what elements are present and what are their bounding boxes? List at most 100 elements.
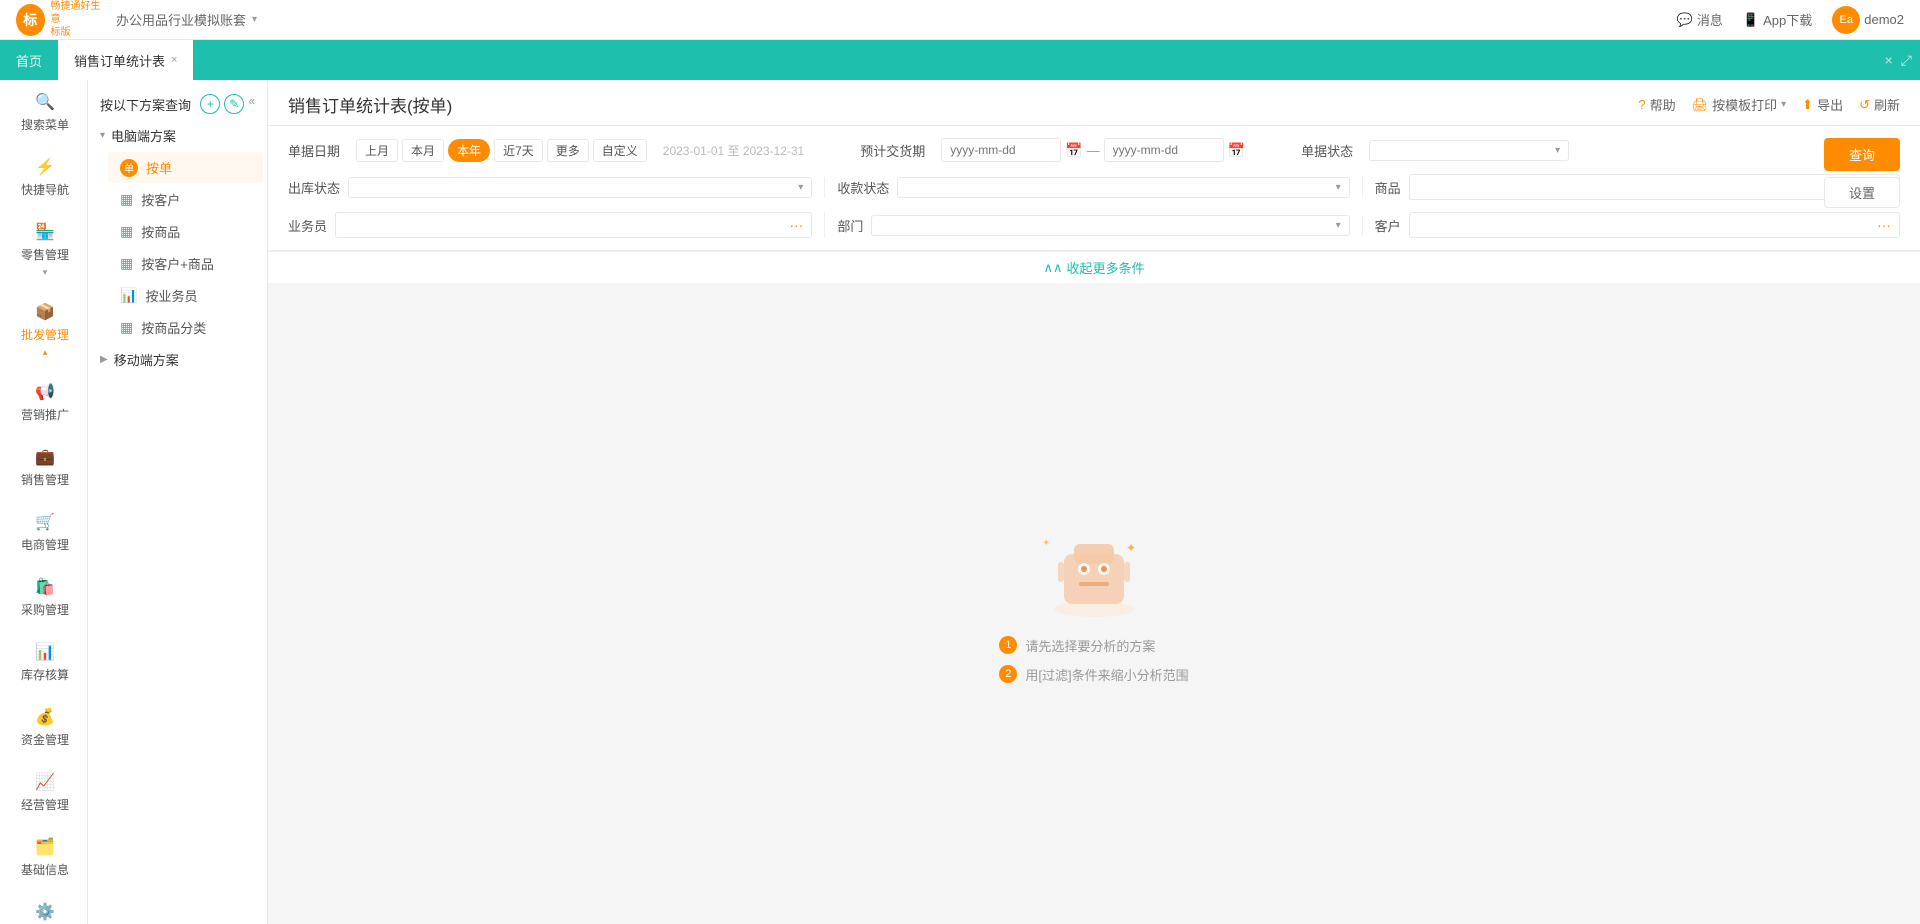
dept-select[interactable]: ▾ bbox=[871, 215, 1349, 236]
page-header-actions: ? 帮助 🖨 按模板打印 ▾ ⬆ 导出 ↺ bbox=[1638, 95, 1900, 114]
scheme-item-by-goods[interactable]: ▦ 按商品 bbox=[108, 216, 263, 247]
date-filter-label: 单据日期 bbox=[288, 141, 340, 160]
empty-state: ✦ ✦ 1 请先选择要分析的方案 2 用[过滤]条件来缩小分析范围 bbox=[268, 283, 1920, 924]
refresh-btn[interactable]: ↺ 刷新 bbox=[1859, 95, 1900, 114]
sidebar-item-ecom[interactable]: 🛒 电商管理 bbox=[0, 500, 87, 565]
scheme-item-by-cust-goods[interactable]: ▦ 按客户+商品 bbox=[108, 248, 263, 279]
filter-area: 单据日期 上月 本月 本年 近7天 更多 自定义 2023-01-01 至 20… bbox=[268, 126, 1920, 251]
scheme-edit-btn[interactable]: ✎ bbox=[224, 94, 244, 114]
tip-1-text: 请先选择要分析的方案 bbox=[1025, 636, 1155, 655]
sidebar-item-sales[interactable]: 💼 销售管理 bbox=[0, 435, 87, 500]
tab-close-icon[interactable]: × bbox=[171, 54, 177, 66]
retail-expand-icon: ▾ bbox=[43, 267, 48, 278]
scheme-item-by-order[interactable]: 单 按单 bbox=[108, 152, 263, 183]
sidebar-item-wholesale[interactable]: 📦 批发管理 ▴ bbox=[0, 290, 87, 370]
expected-date-range: 📅 — 📅 bbox=[941, 138, 1245, 162]
sidebar-item-purchase[interactable]: 🛍️ 采购管理 bbox=[0, 565, 87, 630]
sidebar-item-retail[interactable]: 🏪 零售管理 ▾ bbox=[0, 210, 87, 290]
table-icon-customer: ▦ bbox=[120, 191, 133, 208]
empty-illustration: ✦ ✦ bbox=[1034, 524, 1154, 624]
scheme-group-pc-header[interactable]: ▾ 电脑端方案 bbox=[88, 120, 267, 151]
date-btn-7days[interactable]: 近7天 bbox=[494, 139, 543, 162]
message-icon: 💬 bbox=[1677, 12, 1693, 28]
marketing-icon: 📢 bbox=[35, 382, 55, 402]
scheme-item-by-customer[interactable]: ▦ 按客户 bbox=[108, 184, 263, 215]
help-btn[interactable]: ? 帮助 bbox=[1638, 95, 1675, 114]
bill-status-select[interactable]: ▾ bbox=[1369, 140, 1569, 161]
message-btn[interactable]: 💬 消息 bbox=[1677, 10, 1723, 29]
receipt-status-select[interactable]: ▾ bbox=[897, 177, 1349, 198]
print-btn[interactable]: 🖨 按模板打印 ▾ bbox=[1692, 95, 1787, 114]
table-icon-category: ▦ bbox=[120, 319, 133, 336]
tab-home[interactable]: 首页 bbox=[0, 40, 58, 80]
scheme-group-pc: ▾ 电脑端方案 单 按单 ▦ 按客户 ▦ bbox=[88, 120, 267, 343]
export-btn[interactable]: ⬆ 导出 bbox=[1802, 95, 1843, 114]
staff-dots-icon[interactable]: ··· bbox=[789, 217, 803, 233]
expected-date-start[interactable] bbox=[941, 138, 1061, 162]
bill-status-label: 单据状态 bbox=[1301, 141, 1353, 160]
calendar-end-icon[interactable]: 📅 bbox=[1228, 142, 1245, 159]
empty-tip-1: 1 请先选择要分析的方案 bbox=[999, 636, 1188, 655]
sidebar: 🔍 搜索菜单 ⚡ 快捷导航 🏪 零售管理 ▾ 📦 批发管理 ▴ 📢 营销推广 💼… bbox=[0, 80, 88, 924]
reset-btn[interactable]: 设置 bbox=[1824, 177, 1900, 208]
dept-label: 部门 bbox=[837, 216, 863, 235]
sidebar-item-inventory[interactable]: 📊 库存核算 bbox=[0, 630, 87, 695]
search-icon: 🔍 bbox=[35, 92, 55, 112]
page-title-text: 办公用品行业模拟账套 bbox=[116, 10, 246, 29]
sidebar-item-finance[interactable]: 💰 资金管理 bbox=[0, 695, 87, 760]
wholesale-expand-icon: ▴ bbox=[43, 347, 48, 358]
tab-sales-order[interactable]: 销售订单统计表 × bbox=[58, 40, 193, 80]
expected-date-end[interactable] bbox=[1104, 138, 1224, 162]
filter-row-1: 单据日期 上月 本月 本年 近7天 更多 自定义 2023-01-01 至 20… bbox=[288, 138, 1900, 162]
sidebar-item-marketing[interactable]: 📢 营销推广 bbox=[0, 370, 87, 435]
date-btn-this-year[interactable]: 本年 bbox=[448, 139, 490, 162]
date-btn-this-month[interactable]: 本月 bbox=[402, 139, 444, 162]
staff-field: 业务员 ··· bbox=[288, 212, 825, 238]
sidebar-item-search[interactable]: 🔍 搜索菜单 bbox=[0, 80, 87, 145]
calendar-start-icon[interactable]: 📅 bbox=[1065, 142, 1082, 159]
top-right: 💬 消息 📱 App下载 Ea demo2 bbox=[1677, 6, 1904, 34]
scheme-group-mobile-header[interactable]: ▶ 移动端方案 bbox=[88, 344, 267, 375]
scheme-add-btn[interactable]: + bbox=[200, 94, 220, 114]
refresh-icon: ↺ bbox=[1859, 97, 1870, 113]
page-title-dropdown-icon[interactable]: ▾ bbox=[252, 14, 257, 25]
scheme-collapse-btn[interactable]: « bbox=[248, 94, 255, 114]
scheme-group-mobile: ▶ 移动端方案 bbox=[88, 344, 267, 375]
customer-input[interactable]: ··· bbox=[1409, 212, 1900, 238]
scheme-group-mobile-arrow: ▶ bbox=[100, 354, 108, 365]
staff-input[interactable]: ··· bbox=[335, 212, 812, 238]
query-btn[interactable]: 查询 bbox=[1824, 138, 1900, 171]
operation-icon: 📈 bbox=[35, 772, 55, 792]
staff-label: 业务员 bbox=[288, 216, 327, 235]
sidebar-item-system[interactable]: ⚙️ 系统管理 bbox=[0, 890, 87, 924]
window-expand-btn[interactable]: ⤢ bbox=[1901, 52, 1912, 69]
table-icon-goods: ▦ bbox=[120, 223, 133, 240]
app-download-btn[interactable]: 📱 App下载 bbox=[1743, 10, 1812, 29]
ship-status-select[interactable]: ▾ bbox=[348, 177, 812, 198]
scheme-panel-actions: + ✎ « bbox=[200, 94, 255, 114]
svg-text:✦: ✦ bbox=[1126, 541, 1136, 555]
logo-text: 畅捷通好生意 标版 bbox=[51, 0, 104, 39]
scheme-panel-header: 按以下方案查询 + ✎ « bbox=[88, 88, 267, 120]
scheme-panel-title: 按以下方案查询 bbox=[100, 95, 191, 114]
date-btn-more[interactable]: 更多 bbox=[547, 139, 589, 162]
sidebar-item-basic[interactable]: 🗂️ 基础信息 bbox=[0, 825, 87, 890]
sidebar-item-operation[interactable]: 📈 经营管理 bbox=[0, 760, 87, 825]
date-btn-custom[interactable]: 自定义 bbox=[593, 139, 647, 162]
collapse-bar[interactable]: ∧∧ 收起更多条件 bbox=[268, 251, 1920, 283]
bill-status-arrow: ▾ bbox=[1555, 145, 1560, 156]
window-close-btn[interactable]: × bbox=[1885, 52, 1893, 68]
user-profile-btn[interactable]: Ea demo2 bbox=[1832, 6, 1904, 34]
logo-area: 标 畅捷通好生意 标版 bbox=[16, 0, 104, 39]
scheme-item-by-category[interactable]: ▦ 按商品分类 bbox=[108, 312, 263, 343]
sidebar-item-quick-nav[interactable]: ⚡ 快捷导航 bbox=[0, 145, 87, 210]
customer-dots-icon[interactable]: ··· bbox=[1877, 217, 1891, 233]
svg-text:✦: ✦ bbox=[1042, 538, 1050, 549]
scheme-item-by-staff[interactable]: 📊 按业务员 bbox=[108, 280, 263, 311]
print-dropdown-icon[interactable]: ▾ bbox=[1781, 99, 1786, 110]
empty-tip-2: 2 用[过滤]条件来缩小分析范围 bbox=[999, 665, 1188, 684]
date-btn-last-month[interactable]: 上月 bbox=[356, 139, 398, 162]
retail-icon: 🏪 bbox=[35, 222, 55, 242]
chart-icon-staff: 📊 bbox=[120, 287, 137, 304]
tip-1-num: 1 bbox=[999, 636, 1017, 654]
